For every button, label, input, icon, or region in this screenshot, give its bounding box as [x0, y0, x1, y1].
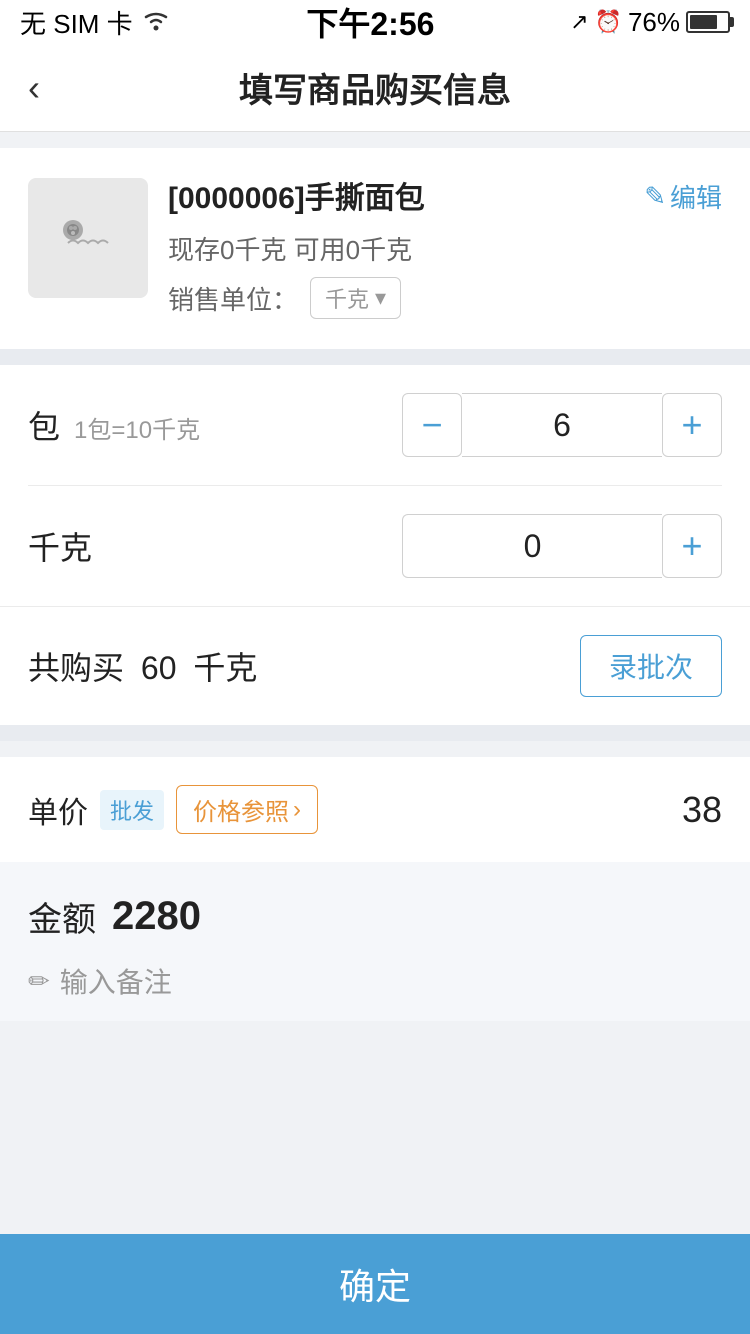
kg-input[interactable] — [402, 514, 662, 578]
pencil-icon: ✏ — [28, 966, 50, 997]
bao-text: 包 — [28, 402, 60, 448]
page-title: 填写商品购买信息 — [239, 63, 511, 112]
unit-value: 千克 — [325, 282, 369, 314]
bao-hint: 1包=10千克 — [74, 410, 200, 445]
product-image — [28, 178, 148, 298]
product-title: [0000006]手撕面包 — [168, 178, 722, 220]
kg-controls: + — [402, 514, 722, 578]
battery-text: 76% — [628, 7, 680, 38]
location-icon: ↗ — [570, 9, 588, 35]
amount-value: 2280 — [112, 894, 201, 939]
total-label: 共购买 — [28, 650, 124, 686]
amount-label: 金额 — [28, 892, 96, 941]
price-label: 单价 — [28, 788, 88, 832]
amount-section: 金额 2280 ✏ 输入备注 — [0, 862, 750, 1021]
status-right: ↗ ⏰ 76% — [570, 7, 730, 38]
product-stock: 现存0千克 可用0千克 — [168, 230, 722, 267]
quantity-section: 包 1包=10千克 − + 千克 + — [0, 365, 750, 606]
product-section: [0000006]手撕面包 现存0千克 可用0千克 销售单位： 千克 ▾ ✎ 编… — [0, 148, 750, 349]
amount-row: 金额 2280 — [28, 892, 722, 941]
remark-row[interactable]: ✏ 输入备注 — [28, 961, 722, 1001]
price-label-group: 单价 批发 价格参照 › — [28, 785, 318, 834]
confirm-button[interactable]: 确定 — [0, 1234, 750, 1334]
edit-label: 编辑 — [670, 178, 722, 215]
total-section: 共购买 60 千克 录批次 — [0, 606, 750, 725]
battery-icon — [686, 11, 730, 33]
edit-icon: ✎ — [644, 181, 666, 212]
product-unit-row: 销售单位： 千克 ▾ — [168, 277, 722, 319]
bao-row: 包 1包=10千克 − + — [28, 365, 722, 486]
time-display: 下午2:56 — [306, 0, 434, 45]
bao-label: 包 1包=10千克 — [28, 402, 200, 448]
unit-label: 销售单位： — [168, 280, 298, 317]
price-section: 单价 批发 价格参照 › 38 — [0, 757, 750, 862]
status-left: 无 SIM 卡 — [20, 4, 171, 41]
bao-controls: − + — [402, 393, 722, 457]
price-ref-button[interactable]: 价格参照 › — [176, 785, 318, 834]
section-divider-2 — [0, 725, 750, 741]
dropdown-icon: ▾ — [375, 285, 386, 311]
product-info: [0000006]手撕面包 现存0千克 可用0千克 销售单位： 千克 ▾ — [168, 178, 722, 319]
remark-placeholder: 输入备注 — [60, 961, 172, 1001]
back-button[interactable]: ‹ — [28, 67, 40, 109]
bao-decrement-button[interactable]: − — [402, 393, 462, 457]
kg-row: 千克 + — [28, 486, 722, 606]
section-divider-1 — [0, 349, 750, 365]
total-text: 共购买 60 千克 — [28, 643, 257, 689]
total-amount: 60 — [141, 650, 177, 686]
alarm-icon: ⏰ — [595, 9, 622, 35]
price-tag: 批发 — [100, 790, 164, 830]
nav-bar: ‹ 填写商品购买信息 — [0, 44, 750, 132]
carrier-text: 无 SIM 卡 — [20, 4, 133, 41]
kg-increment-button[interactable]: + — [662, 514, 722, 578]
edit-button[interactable]: ✎ 编辑 — [644, 178, 722, 215]
unit-selector[interactable]: 千克 ▾ — [310, 277, 401, 319]
status-bar: 无 SIM 卡 下午2:56 ↗ ⏰ 76% — [0, 0, 750, 44]
price-ref-label: 价格参照 — [193, 792, 289, 827]
bao-input[interactable] — [462, 393, 662, 457]
kg-label: 千克 — [28, 523, 92, 569]
bao-increment-button[interactable]: + — [662, 393, 722, 457]
kg-text: 千克 — [28, 523, 92, 569]
batch-button[interactable]: 录批次 — [580, 635, 722, 697]
price-ref-chevron: › — [293, 796, 301, 824]
total-unit: 千克 — [193, 650, 257, 686]
price-value: 38 — [682, 789, 722, 831]
wifi-icon — [141, 7, 171, 38]
